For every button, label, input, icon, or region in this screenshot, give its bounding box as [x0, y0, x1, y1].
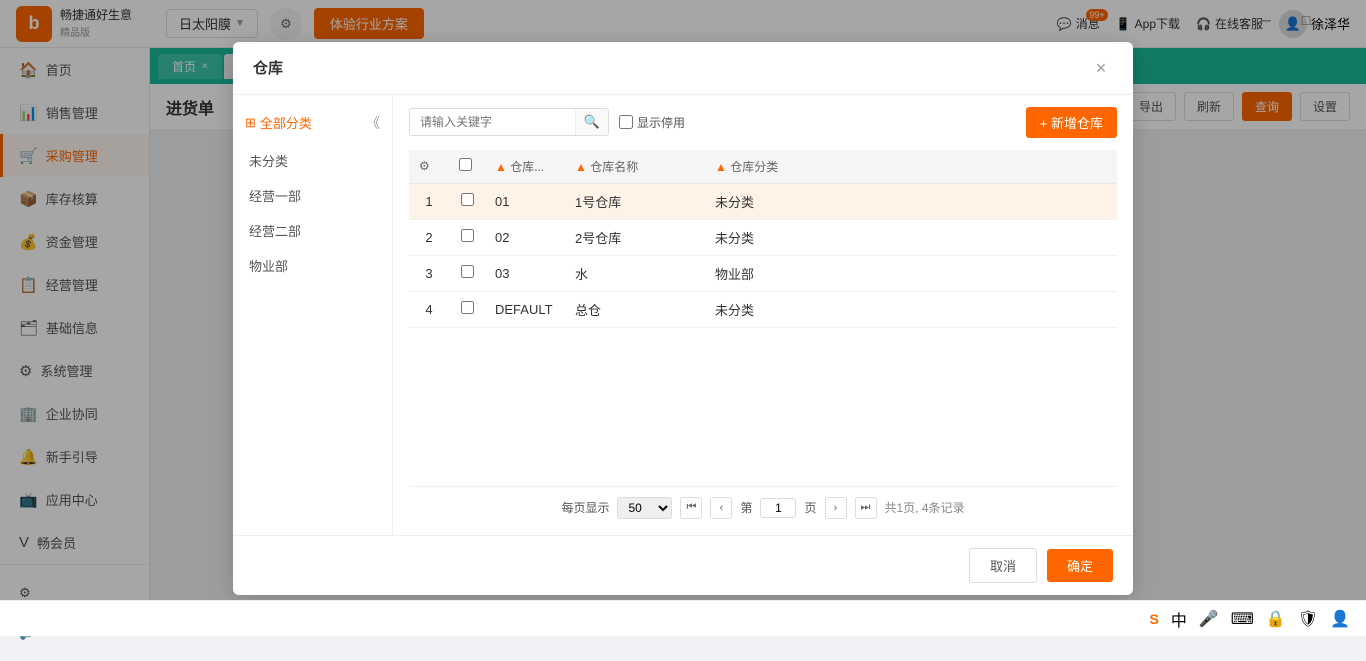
per-page-label: 每页显示 — [561, 499, 609, 516]
warehouse-dialog: 仓库 × ⊞ 全部分类 《 未分类 经营一部 经营二部 物业部 — [233, 42, 1133, 595]
row-checkbox-3[interactable] — [461, 265, 474, 278]
col-name: ▲ 仓库名称 — [565, 150, 705, 184]
row-code-2: 02 — [485, 219, 565, 255]
col-category: ▲ 仓库分类 — [705, 150, 1117, 184]
pagination-bar: 每页显示 50 20 100 ⏮ ‹ 第 页 › ⏭ 共1页, 4条记录 — [409, 486, 1117, 523]
add-warehouse-button[interactable]: + 新增仓库 — [1026, 107, 1117, 138]
keyboard-icon[interactable]: ⌨ — [1231, 609, 1254, 629]
brand-icon: S — [1149, 611, 1158, 627]
row-num-4: 4 — [409, 291, 449, 327]
sort-name-icon: ▲ — [575, 160, 587, 174]
chinese-input-icon[interactable]: 中 — [1171, 607, 1187, 631]
dialog-toolbar: 🔍 显示停用 + 新增仓库 — [409, 107, 1117, 138]
table-row[interactable]: 1 01 1号仓库 未分类 — [409, 183, 1117, 219]
row-name-2: 2号仓库 — [565, 219, 705, 255]
per-page-select[interactable]: 50 20 100 — [617, 497, 672, 519]
row-checkbox-1[interactable] — [461, 193, 474, 206]
show-disabled-text: 显示停用 — [637, 114, 685, 131]
row-code-1: 01 — [485, 183, 565, 219]
grid-icon: ⊞ — [245, 115, 256, 131]
shield-icon: 🛡 — [1298, 609, 1318, 629]
last-page-button[interactable]: ⏭ — [855, 497, 877, 519]
dialog-title: 仓库 — [253, 57, 283, 78]
category-item-ops2[interactable]: 经营二部 — [233, 213, 392, 248]
row-check-2[interactable] — [449, 219, 485, 255]
first-page-button[interactable]: ⏮ — [680, 497, 702, 519]
row-num-1: 1 — [409, 183, 449, 219]
page-suffix: 页 — [804, 499, 816, 516]
row-name-1: 1号仓库 — [565, 183, 705, 219]
dialog-close-button[interactable]: × — [1089, 56, 1113, 80]
show-disabled-label[interactable]: 显示停用 — [619, 114, 685, 131]
category-collapse-button[interactable]: 《 — [366, 113, 380, 133]
select-all-checkbox[interactable] — [459, 158, 472, 171]
category-item-property[interactable]: 物业部 — [233, 248, 392, 283]
page-total: 共1页, 4条记录 — [885, 499, 965, 516]
search-input[interactable] — [410, 110, 575, 134]
row-cat-2: 未分类 — [705, 219, 1117, 255]
warehouse-table: ⚙ ▲ 仓库... ▲ 仓库名称 ▲ — [409, 150, 1117, 328]
mic-icon[interactable]: 🎤 — [1199, 609, 1219, 629]
row-code-4: DEFAULT — [485, 291, 565, 327]
prev-page-button[interactable]: ‹ — [710, 497, 732, 519]
table-row[interactable]: 2 02 2号仓库 未分类 — [409, 219, 1117, 255]
lock-icon: 🔒 — [1266, 609, 1286, 629]
category-sidebar: ⊞ 全部分类 《 未分类 经营一部 经营二部 物业部 — [233, 95, 393, 535]
category-item-ops1[interactable]: 经营一部 — [233, 178, 392, 213]
sort-cat-icon: ▲ — [715, 160, 727, 174]
category-header: ⊞ 全部分类 《 — [233, 107, 392, 143]
row-check-4[interactable] — [449, 291, 485, 327]
row-cat-4: 未分类 — [705, 291, 1117, 327]
category-item-uncategorized[interactable]: 未分类 — [233, 143, 392, 178]
row-check-3[interactable] — [449, 255, 485, 291]
dialog-overlay: 仓库 × ⊞ 全部分类 《 未分类 经营一部 经营二部 物业部 — [0, 0, 1366, 636]
user-status-icon: 👤 — [1330, 609, 1350, 629]
status-bar: S 中 🎤 ⌨ 🔒 🛡 👤 — [0, 600, 1366, 636]
sort-icon: ▲ — [495, 160, 507, 174]
dialog-body: ⊞ 全部分类 《 未分类 经营一部 经营二部 物业部 🔍 — [233, 95, 1133, 535]
row-check-1[interactable] — [449, 183, 485, 219]
row-num-2: 2 — [409, 219, 449, 255]
page-label: 第 — [740, 499, 752, 516]
row-name-4: 总仓 — [565, 291, 705, 327]
search-icon[interactable]: 🔍 — [575, 109, 608, 135]
dialog-main: 🔍 显示停用 + 新增仓库 ⚙ ▲ — [393, 95, 1133, 535]
row-num-3: 3 — [409, 255, 449, 291]
category-header-label: 全部分类 — [260, 113, 312, 132]
table-row[interactable]: 4 DEFAULT 总仓 未分类 — [409, 291, 1117, 327]
show-disabled-checkbox[interactable] — [619, 115, 633, 129]
page-number-input[interactable] — [760, 498, 796, 518]
cancel-button[interactable]: 取消 — [969, 548, 1037, 583]
dialog-header: 仓库 × — [233, 42, 1133, 95]
row-checkbox-4[interactable] — [461, 301, 474, 314]
row-name-3: 水 — [565, 255, 705, 291]
confirm-button[interactable]: 确定 — [1047, 549, 1113, 582]
col-check — [449, 150, 485, 184]
col-settings: ⚙ — [409, 150, 449, 184]
row-cat-3: 物业部 — [705, 255, 1117, 291]
dialog-footer: 取消 确定 — [233, 535, 1133, 595]
row-checkbox-2[interactable] — [461, 229, 474, 242]
row-code-3: 03 — [485, 255, 565, 291]
search-box: 🔍 — [409, 108, 609, 136]
next-page-button[interactable]: › — [825, 497, 847, 519]
row-cat-1: 未分类 — [705, 183, 1117, 219]
col-code: ▲ 仓库... — [485, 150, 565, 184]
table-row[interactable]: 3 03 水 物业部 — [409, 255, 1117, 291]
